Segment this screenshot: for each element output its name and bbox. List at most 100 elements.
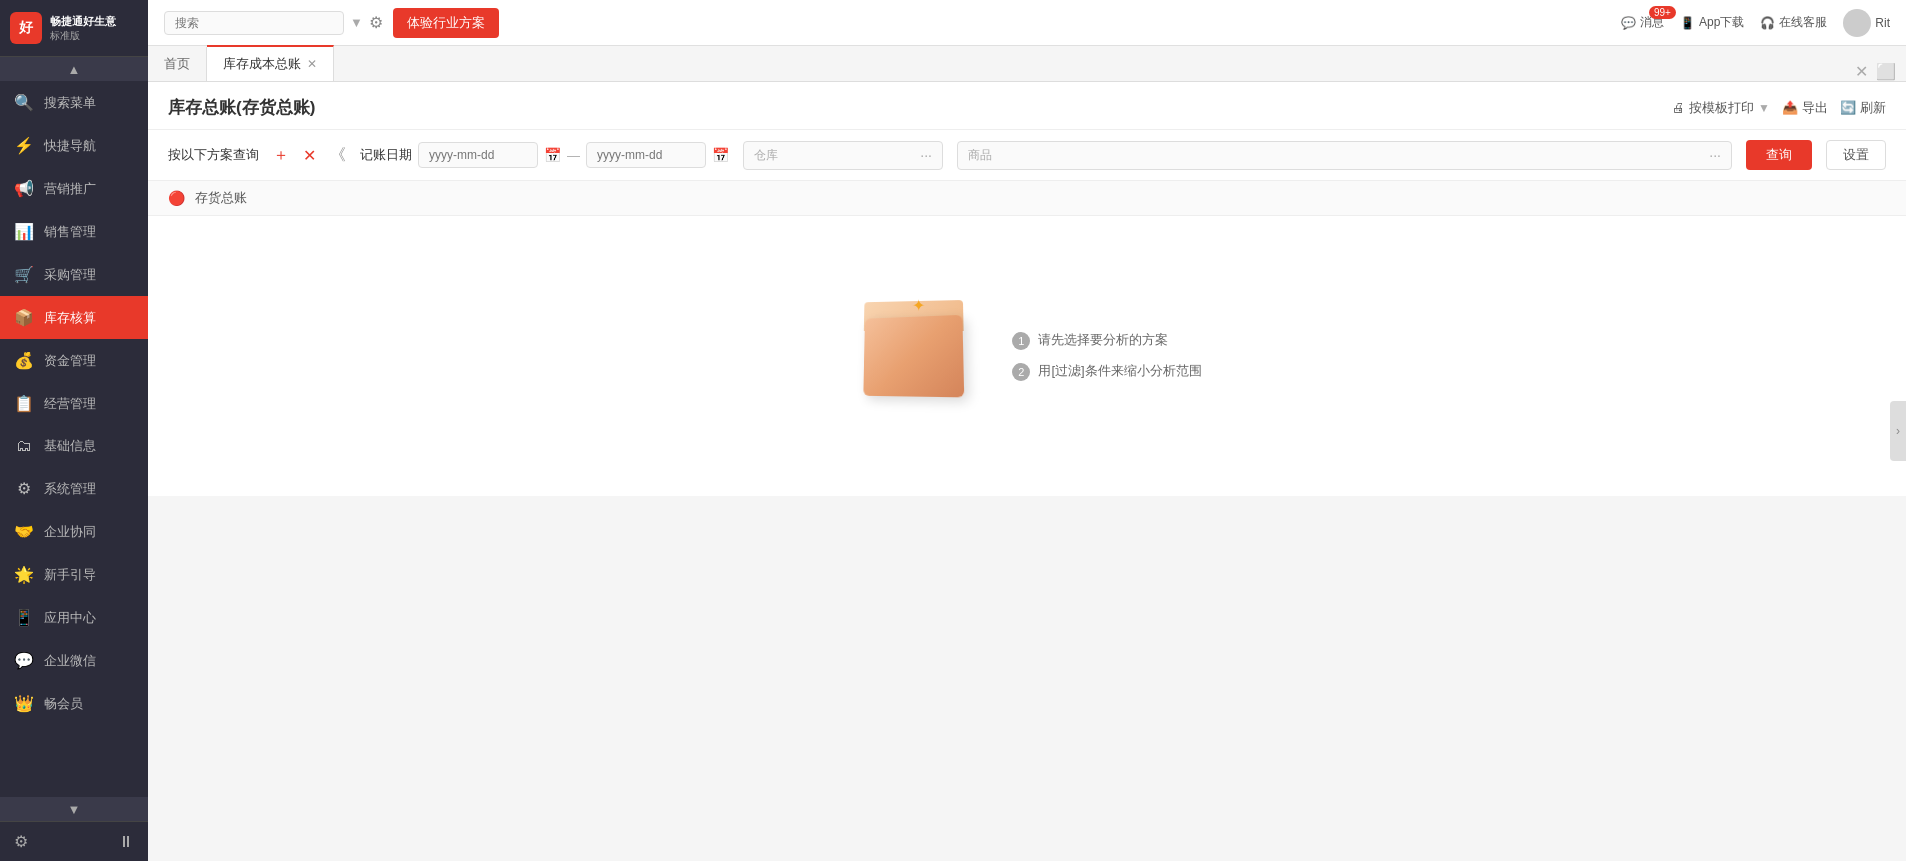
sidebar-item-label: 企业协同 — [44, 523, 96, 541]
date-from-input[interactable] — [418, 142, 538, 168]
sidebar-item-label: 企业微信 — [44, 652, 96, 670]
vip-icon: 👑 — [14, 694, 34, 713]
query-button[interactable]: 查询 — [1746, 140, 1812, 170]
tab-inventory-cost-label: 库存成本总账 — [223, 55, 301, 73]
sidebar-item-sales[interactable]: 📊 销售管理 — [0, 210, 148, 253]
tab-inventory-cost[interactable]: 库存成本总账 ✕ — [207, 45, 334, 81]
sidebar-item-search[interactable]: 🔍 搜索菜单 — [0, 81, 148, 124]
sidebar-scroll-up[interactable]: ▲ — [0, 57, 148, 81]
calendar-from-icon[interactable]: 📅 — [544, 147, 561, 163]
sidebar-item-wecom[interactable]: 💬 企业微信 — [0, 639, 148, 682]
tab-close-panel-icon[interactable]: ✕ — [1855, 62, 1868, 81]
user-name: Rit — [1875, 16, 1890, 30]
sidebar-item-purchase[interactable]: 🛒 采购管理 — [0, 253, 148, 296]
step-1-text: 请先选择要分析的方案 — [1038, 331, 1168, 349]
refresh-label: 刷新 — [1860, 99, 1886, 117]
date-to-input[interactable] — [586, 142, 706, 168]
sub-filter-icon: 🔴 — [168, 190, 185, 206]
print-icon: 🖨 — [1672, 100, 1685, 115]
sidebar-nav: 🔍 搜索菜单 ⚡ 快捷导航 📢 营销推广 📊 销售管理 🛒 采购管理 📦 库存核… — [0, 81, 148, 797]
system-icon: ⚙ — [14, 479, 34, 498]
tabbar: 首页 库存成本总账 ✕ ✕ ⬜ — [148, 46, 1906, 82]
sidebar-item-label: 资金管理 — [44, 352, 96, 370]
product-label: 商品 — [968, 147, 992, 164]
filter-clear-icon[interactable]: ✕ — [303, 146, 316, 165]
sidebar-footer: ⚙ ⏸ — [0, 821, 148, 861]
tab-close-icon[interactable]: ✕ — [307, 57, 317, 71]
sidebar-item-basic[interactable]: 🗂 基础信息 — [0, 425, 148, 467]
headset-icon: 🎧 — [1760, 16, 1775, 30]
sidebar-item-label: 采购管理 — [44, 266, 96, 284]
sidebar-scroll-down[interactable]: ▼ — [0, 797, 148, 821]
chevron-down-icon[interactable]: ▼ — [1758, 101, 1770, 115]
message-button[interactable]: 💬 消息 99+ — [1621, 14, 1664, 31]
tab-home[interactable]: 首页 — [148, 47, 207, 81]
online-service-button[interactable]: 🎧 在线客服 — [1760, 14, 1827, 31]
logo-icon: 好 — [10, 12, 42, 44]
sidebar-item-appstore[interactable]: 📱 应用中心 — [0, 596, 148, 639]
inventory-icon: 📦 — [14, 308, 34, 327]
audio-footer-icon[interactable]: ⏸ — [118, 833, 134, 851]
chevron-right-icon: › — [1896, 424, 1900, 438]
sidebar-item-operation[interactable]: 📋 经营管理 — [0, 382, 148, 425]
content-area: 库存总账(存货总账) 🖨 按模板打印 ▼ 📤 导出 🔄 刷新 — [148, 82, 1906, 861]
logo-badge: 标准版 — [50, 29, 116, 43]
sidebar-item-label: 系统管理 — [44, 480, 96, 498]
filter-add-icon[interactable]: ＋ — [273, 145, 289, 166]
sidebar-item-newbie[interactable]: 🌟 新手引导 — [0, 553, 148, 596]
sidebar-item-enterprise[interactable]: 🤝 企业协同 — [0, 510, 148, 553]
settings-button[interactable]: 设置 — [1826, 140, 1886, 170]
step-2-text: 用[过滤]条件来缩小分析范围 — [1038, 362, 1201, 380]
page-actions: 🖨 按模板打印 ▼ 📤 导出 🔄 刷新 — [1672, 99, 1886, 117]
search-icon: 🔍 — [14, 93, 34, 112]
sidebar-item-finance[interactable]: 💰 资金管理 — [0, 339, 148, 382]
newbie-icon: 🌟 — [14, 565, 34, 584]
refresh-button[interactable]: 🔄 刷新 — [1840, 99, 1886, 117]
calendar-to-icon[interactable]: 📅 — [712, 147, 729, 163]
filter-label: 按以下方案查询 — [168, 146, 259, 164]
enterprise-icon: 🤝 — [14, 522, 34, 541]
product-more-icon[interactable]: ··· — [1709, 147, 1721, 163]
print-label: 按模板打印 — [1689, 99, 1754, 117]
avatar — [1843, 9, 1871, 37]
chevron-down-icon[interactable]: ▼ — [350, 15, 363, 30]
sidebar-item-inventory[interactable]: 📦 库存核算 — [0, 296, 148, 339]
gear-icon[interactable]: ⚙ — [369, 13, 383, 32]
topbar-left: ▼ ⚙ 体验行业方案 — [164, 8, 1611, 38]
sub-filter-bar: 🔴 存货总账 — [148, 181, 1906, 216]
right-panel-toggle[interactable]: › — [1890, 401, 1906, 461]
filter-bar: 按以下方案查询 ＋ ✕ 《 记账日期 📅 — 📅 仓库 ··· 商品 — [148, 130, 1906, 181]
product-select[interactable]: 商品 ··· — [957, 141, 1732, 170]
sidebar-item-marketing[interactable]: 📢 营销推广 — [0, 167, 148, 210]
settings-footer-icon[interactable]: ⚙ — [14, 832, 28, 851]
page-title: 库存总账(存货总账) — [168, 96, 315, 119]
warehouse-select[interactable]: 仓库 ··· — [743, 141, 943, 170]
app-download-button[interactable]: 📱 App下载 — [1680, 14, 1744, 31]
box-shape — [864, 315, 965, 398]
search-input[interactable] — [164, 11, 344, 35]
tab-home-label: 首页 — [164, 55, 190, 73]
warehouse-more-icon[interactable]: ··· — [920, 147, 932, 163]
sidebar-item-vip[interactable]: 👑 畅会员 — [0, 682, 148, 725]
filter-collapse-icon[interactable]: 《 — [330, 145, 346, 166]
tab-expand-icon[interactable]: ⬜ — [1876, 62, 1896, 81]
print-button[interactable]: 🖨 按模板打印 ▼ — [1672, 99, 1770, 117]
sidebar-item-label: 销售管理 — [44, 223, 96, 241]
shortcut-icon: ⚡ — [14, 136, 34, 155]
sidebar-item-label: 应用中心 — [44, 609, 96, 627]
date-label: 记账日期 — [360, 146, 412, 164]
date-range: 记账日期 📅 — 📅 — [360, 142, 729, 168]
date-separator: — — [567, 148, 580, 163]
sidebar-item-system[interactable]: ⚙ 系统管理 — [0, 467, 148, 510]
empty-state: ✦ 1 请先选择要分析的方案 2 用[过滤]条件来缩小分析范围 — [148, 216, 1906, 496]
export-label: 导出 — [1802, 99, 1828, 117]
finance-icon: 💰 — [14, 351, 34, 370]
sidebar-item-label: 畅会员 — [44, 695, 83, 713]
export-button[interactable]: 📤 导出 — [1782, 99, 1828, 117]
sidebar-item-label: 快捷导航 — [44, 137, 96, 155]
export-icon: 📤 — [1782, 100, 1798, 115]
empty-step-2: 2 用[过滤]条件来缩小分析范围 — [1012, 362, 1201, 381]
industry-btn[interactable]: 体验行业方案 — [393, 8, 499, 38]
sidebar-item-shortcut[interactable]: ⚡ 快捷导航 — [0, 124, 148, 167]
user-menu[interactable]: Rit — [1843, 9, 1890, 37]
